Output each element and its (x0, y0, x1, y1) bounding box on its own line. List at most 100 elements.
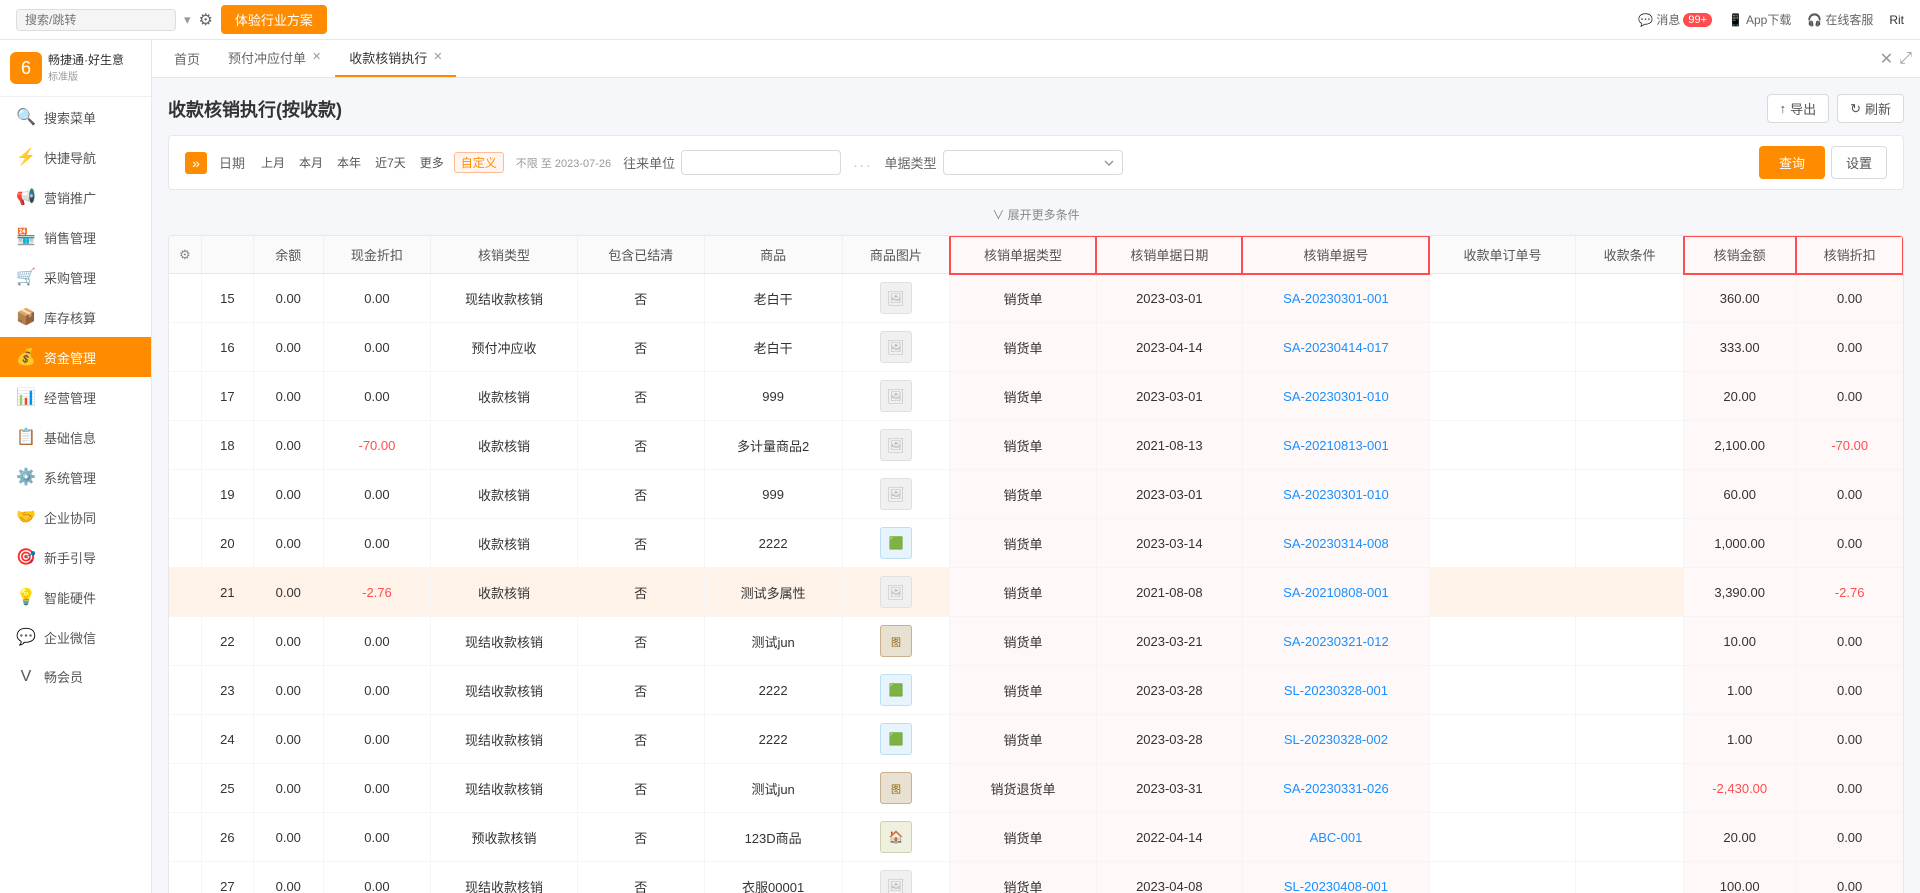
cell-settings (169, 764, 201, 813)
cell-goods: 测试多属性 (704, 568, 842, 617)
refresh-button[interactable]: ↻ 刷新 (1837, 94, 1904, 123)
sidebar-item-smart-hw[interactable]: 💡 智能硬件 (0, 577, 151, 617)
cell-collect-cond (1576, 862, 1684, 893)
sidebar-item-sales[interactable]: 🏪 销售管理 (0, 217, 151, 257)
cancel-no-link[interactable]: SA-20230301-010 (1283, 487, 1389, 502)
industry-btn[interactable]: 体验行业方案 (221, 5, 327, 34)
unit-input[interactable] (681, 150, 841, 175)
biz-mgmt-icon: 📊 (16, 387, 36, 407)
cancel-no-link[interactable]: SA-20210808-001 (1283, 585, 1389, 600)
cell-goods: 123D商品 (704, 813, 842, 862)
expand-more[interactable]: ∨ 展开更多条件 (168, 202, 1904, 227)
dropdown-icon[interactable]: ▾ (184, 12, 191, 28)
cancel-no-link[interactable]: SL-20230328-001 (1284, 683, 1388, 698)
export-button[interactable]: ↑ 导出 (1767, 94, 1830, 123)
search-input[interactable] (16, 9, 176, 31)
cell-goods-img: 🖼 (842, 372, 950, 421)
cell-cancel-amount: 20.00 (1684, 372, 1796, 421)
message-item[interactable]: 💬 消息 99+ (1638, 11, 1712, 28)
cell-cancel-date: 2021-08-13 (1096, 421, 1242, 470)
col-settings[interactable]: ⚙ (169, 236, 201, 274)
cell-included: 否 (577, 421, 704, 470)
cell-row-num: 25 (201, 764, 253, 813)
date-this-year[interactable]: 本年 (333, 152, 365, 173)
cell-goods-img: 🖼 (842, 568, 950, 617)
cell-goods: 2222 (704, 519, 842, 568)
cell-balance: 0.00 (254, 715, 323, 764)
tab-prepay-close[interactable]: ✕ (312, 52, 321, 63)
date-this-month[interactable]: 本月 (295, 152, 327, 173)
cancel-no-link[interactable]: SA-20230301-010 (1283, 389, 1389, 404)
cancel-no-link[interactable]: SA-20230331-026 (1283, 781, 1389, 796)
bill-type-select[interactable] (943, 150, 1123, 175)
sidebar-item-purchase[interactable]: 🛒 采购管理 (0, 257, 151, 297)
online-service[interactable]: 🎧 在线客服 (1807, 11, 1873, 28)
cell-settings (169, 617, 201, 666)
cancel-no-link[interactable]: SL-20230328-002 (1284, 732, 1388, 747)
member-icon: V (16, 668, 36, 686)
tab-collection[interactable]: 收款核销执行 ✕ (335, 40, 456, 77)
cell-included: 否 (577, 568, 704, 617)
cell-collect-order-no (1429, 519, 1575, 568)
table-row: 18 0.00 -70.00 收款核销 否 多计量商品2 🖼 销货单 2021-… (169, 421, 1903, 470)
tab-collection-close[interactable]: ✕ (433, 52, 442, 63)
date-last-month[interactable]: 上月 (257, 152, 289, 173)
sidebar-item-finance[interactable]: 💰 资金管理 (0, 337, 151, 377)
filter-expand-btn[interactable]: » (185, 152, 207, 174)
sidebar-item-sys-mgmt[interactable]: ⚙️ 系统管理 (0, 457, 151, 497)
cell-cash-discount: 0.00 (323, 274, 431, 323)
cell-cancel-amount: 10.00 (1684, 617, 1796, 666)
sidebar-item-biz-mgmt[interactable]: 📊 经营管理 (0, 377, 151, 417)
cell-cancel-bill-type: 销货单 (950, 421, 1096, 470)
sidebar-item-corp-coop[interactable]: 🤝 企业协同 (0, 497, 151, 537)
cell-type: 收款核销 (431, 372, 577, 421)
sidebar-item-inventory[interactable]: 📦 库存核算 (0, 297, 151, 337)
sidebar-item-marketing[interactable]: 📢 营销推广 (0, 177, 151, 217)
cell-cancel-no: SA-20210813-001 (1242, 421, 1429, 470)
cancel-no-link[interactable]: SA-20210813-001 (1283, 438, 1389, 453)
cell-cancel-amount: -2,430.00 (1684, 764, 1796, 813)
cancel-no-link[interactable]: SA-20230414-017 (1283, 340, 1389, 355)
cell-goods-img: 🖼 (842, 323, 950, 372)
sidebar-item-member[interactable]: V 畅会员 (0, 657, 151, 696)
col-included: 包含已结清 (577, 236, 704, 274)
cell-goods-img: 🖼 (842, 470, 950, 519)
sidebar-item-wechat[interactable]: 💬 企业微信 (0, 617, 151, 657)
sidebar-label-inventory: 库存核算 (44, 308, 96, 327)
cell-cancel-bill-type: 销货单 (950, 617, 1096, 666)
cell-balance: 0.00 (254, 323, 323, 372)
cell-collect-order-no (1429, 421, 1575, 470)
user-label[interactable]: Rit (1889, 13, 1904, 27)
date-custom[interactable]: 自定义 (454, 152, 504, 173)
app-download[interactable]: 📱 App下载 (1728, 11, 1791, 28)
sidebar-item-quick-nav[interactable]: ⚡ 快捷导航 (0, 137, 151, 177)
sidebar-item-basic-info[interactable]: 📋 基础信息 (0, 417, 151, 457)
filter-settings-button[interactable]: 设置 (1831, 146, 1887, 179)
message-icon: 💬 (1638, 13, 1653, 27)
tab-home[interactable]: 首页 (160, 41, 214, 76)
cell-included: 否 (577, 764, 704, 813)
cancel-no-link[interactable]: SA-20230314-008 (1283, 536, 1389, 551)
sidebar-item-newbie[interactable]: 🎯 新手引导 (0, 537, 151, 577)
cell-cancel-bill-type: 销货单 (950, 666, 1096, 715)
cancel-no-link[interactable]: SA-20230301-001 (1283, 291, 1389, 306)
cell-collect-order-no (1429, 666, 1575, 715)
sidebar-label-marketing: 营销推广 (44, 188, 96, 207)
tab-prepay[interactable]: 预付冲应付单 ✕ (214, 40, 335, 77)
query-button[interactable]: 查询 (1759, 146, 1825, 179)
app-edition: 标准版 (48, 68, 124, 83)
cell-balance: 0.00 (254, 470, 323, 519)
cell-row-num: 21 (201, 568, 253, 617)
date-7days[interactable]: 近7天 (371, 152, 410, 173)
cancel-no-link[interactable]: ABC-001 (1310, 830, 1363, 845)
cancel-no-link[interactable]: SL-20230408-001 (1284, 879, 1388, 893)
tab-expand-icon[interactable]: ⤢ (1899, 50, 1912, 68)
date-more[interactable]: 更多 (416, 152, 448, 173)
goods-image: 🏠 (880, 821, 912, 853)
sidebar-item-search[interactable]: 🔍 搜索菜单 (0, 97, 151, 137)
cancel-no-link[interactable]: SA-20230321-012 (1283, 634, 1389, 649)
gear-icon[interactable]: ⚙ (199, 10, 213, 30)
app-icon: 📱 (1728, 13, 1743, 27)
cell-cancel-bill-type: 销货单 (950, 274, 1096, 323)
tab-close-all-icon[interactable]: ✕ (1880, 49, 1893, 69)
